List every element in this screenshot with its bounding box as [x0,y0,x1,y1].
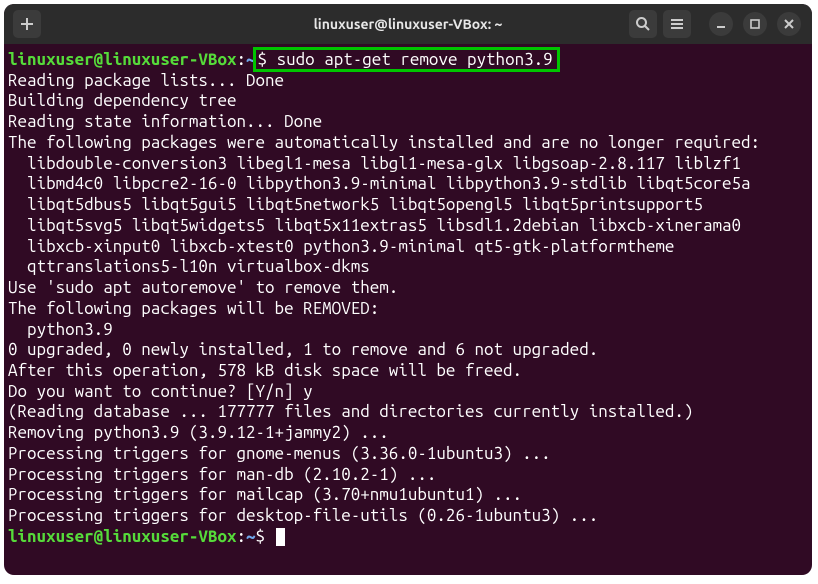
terminal-window: linuxuser@linuxuser-VBox: ~ linuxuser@li… [4,4,812,575]
titlebar: linuxuser@linuxuser-VBox: ~ [4,4,812,44]
new-tab-button[interactable] [13,10,41,38]
close-icon [781,16,797,32]
output-line: Processing triggers for gnome-menus (3.3… [8,444,551,463]
prompt-sep: : [236,50,246,69]
prompt-userhost: linuxuser@linuxuser-VBox [8,50,236,69]
prompt-path: ~ [246,527,256,546]
plus-icon [19,16,35,32]
output-line: Reading package lists... Done [8,71,284,90]
output-line: python3.9 [8,320,113,339]
minimize-icon [713,16,729,32]
close-button[interactable] [777,12,801,36]
output-line: Processing triggers for man-db (2.10.2-1… [8,465,436,484]
prompt-sep: : [236,527,246,546]
output-line: Use 'sudo apt autoremove' to remove them… [8,278,398,297]
maximize-button[interactable] [743,12,767,36]
prompt-line-2: linuxuser@linuxuser-VBox:~$ [8,527,285,546]
output-line: Processing triggers for desktop-file-uti… [8,506,598,525]
output-line: The following packages were automaticall… [8,133,760,152]
minimize-button[interactable] [709,12,733,36]
output-line: Building dependency tree [8,91,236,110]
prompt-path: ~ [246,50,256,69]
hamburger-icon [669,16,685,32]
highlighted-command: $ sudo apt-get remove python3.9 [256,50,557,69]
output-line: Processing triggers for mailcap (3.70+nm… [8,485,522,504]
output-line: (Reading database ... 177777 files and d… [8,402,693,421]
command-text: sudo apt-get remove python3.9 [267,50,553,69]
output-line: libmd4c0 libpcre2-16-0 libpython3.9-mini… [8,174,751,193]
output-line: Removing python3.9 (3.9.12-1+jammy2) ... [8,423,389,442]
output-line: libdouble-conversion3 libegl1-mesa libgl… [8,154,741,173]
output-line: The following packages will be REMOVED: [8,299,379,318]
prompt-userhost: linuxuser@linuxuser-VBox [8,527,236,546]
output-line: libqt5dbus5 libqt5gui5 libqt5network5 li… [8,195,703,214]
output-line: libxcb-xinput0 libxcb-xtest0 python3.9-m… [8,237,674,256]
search-button[interactable] [629,10,657,38]
output-line: libqt5svg5 libqt5widgets5 libqt5x11extra… [8,216,741,235]
cursor [276,528,285,546]
prompt-dollar: $ [258,50,268,69]
output-line: After this operation, 578 kB disk space … [8,361,522,380]
prompt-line-1: linuxuser@linuxuser-VBox:~$ sudo apt-get… [8,50,557,69]
output-line: qttranslations5-l10n virtualbox-dkms [8,257,370,276]
output-line: Reading state information... Done [8,112,322,131]
terminal-body[interactable]: linuxuser@linuxuser-VBox:~$ sudo apt-get… [4,44,812,575]
output-line: 0 upgraded, 0 newly installed, 1 to remo… [8,340,598,359]
prompt-dollar: $ [256,527,266,546]
maximize-icon [747,16,763,32]
search-icon [635,16,651,32]
output-line: Do you want to continue? [Y/n] y [8,382,313,401]
menu-button[interactable] [663,10,691,38]
